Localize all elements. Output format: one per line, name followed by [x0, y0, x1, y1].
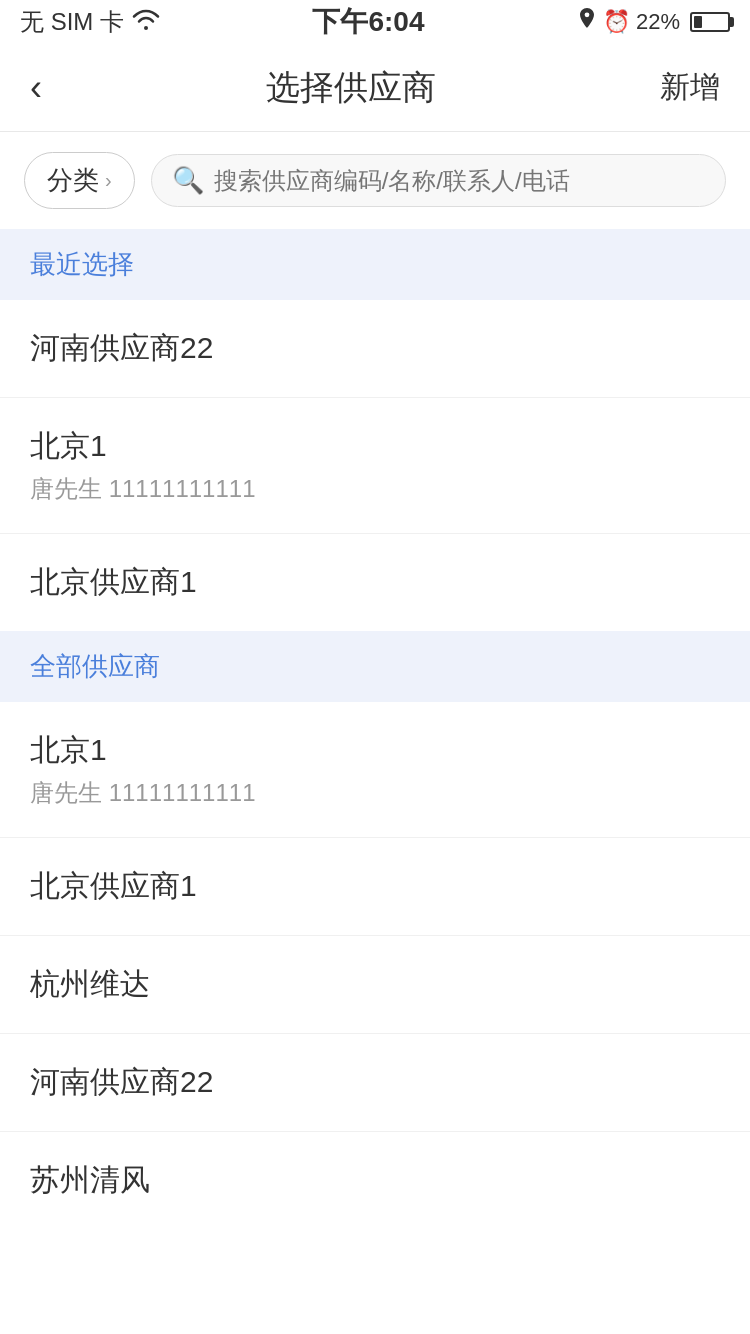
- status-time: 下午6:04: [312, 3, 424, 41]
- item-name: 河南供应商22: [30, 1062, 720, 1103]
- item-name: 北京1: [30, 426, 720, 467]
- recent-label: 最近选择: [30, 249, 134, 279]
- all-list: 北京1 唐先生 11111111111 北京供应商1 杭州维达 河南供应商22 …: [0, 702, 750, 1229]
- status-left: 无 SIM 卡: [20, 6, 160, 38]
- filter-bar: 分类 › 🔍: [0, 132, 750, 229]
- add-button[interactable]: 新增: [660, 67, 720, 108]
- all-list-item[interactable]: 河南供应商22: [0, 1034, 750, 1132]
- item-name: 河南供应商22: [30, 328, 720, 369]
- item-name: 北京供应商1: [30, 562, 720, 603]
- all-section-header: 全部供应商: [0, 631, 750, 702]
- status-bar: 无 SIM 卡 下午6:04 ⏰ 22%: [0, 0, 750, 44]
- item-name: 苏州清风: [30, 1160, 720, 1201]
- all-list-item[interactable]: 北京1 唐先生 11111111111: [0, 702, 750, 838]
- all-label: 全部供应商: [30, 651, 160, 681]
- no-sim-label: 无 SIM 卡: [20, 6, 124, 38]
- back-button[interactable]: ‹: [30, 67, 42, 109]
- category-label: 分类: [47, 163, 99, 198]
- recent-list-item[interactable]: 河南供应商22: [0, 300, 750, 398]
- all-list-item[interactable]: 北京供应商1: [0, 838, 750, 936]
- item-name: 杭州维达: [30, 964, 720, 1005]
- battery-icon: [690, 12, 730, 32]
- all-list-item[interactable]: 苏州清风: [0, 1132, 750, 1229]
- chevron-right-icon: ›: [105, 169, 112, 192]
- search-box[interactable]: 🔍: [151, 154, 726, 207]
- nav-bar: ‹ 选择供应商 新增: [0, 44, 750, 132]
- location-icon: [577, 8, 597, 36]
- item-contact: 唐先生 11111111111: [30, 473, 720, 505]
- recent-list-item[interactable]: 北京供应商1: [0, 534, 750, 631]
- item-name: 北京1: [30, 730, 720, 771]
- search-icon: 🔍: [172, 165, 204, 196]
- recent-section-header: 最近选择: [0, 229, 750, 300]
- item-contact: 唐先生 11111111111: [30, 777, 720, 809]
- status-right: ⏰ 22%: [577, 8, 730, 36]
- recent-list: 河南供应商22 北京1 唐先生 11111111111 北京供应商1: [0, 300, 750, 631]
- category-button[interactable]: 分类 ›: [24, 152, 135, 209]
- battery-percent: 22%: [636, 9, 680, 35]
- recent-list-item[interactable]: 北京1 唐先生 11111111111: [0, 398, 750, 534]
- search-input[interactable]: [214, 167, 705, 195]
- item-name: 北京供应商1: [30, 866, 720, 907]
- alarm-icon: ⏰: [603, 9, 630, 35]
- wifi-icon: [132, 8, 160, 36]
- all-list-item[interactable]: 杭州维达: [0, 936, 750, 1034]
- nav-title: 选择供应商: [266, 65, 436, 111]
